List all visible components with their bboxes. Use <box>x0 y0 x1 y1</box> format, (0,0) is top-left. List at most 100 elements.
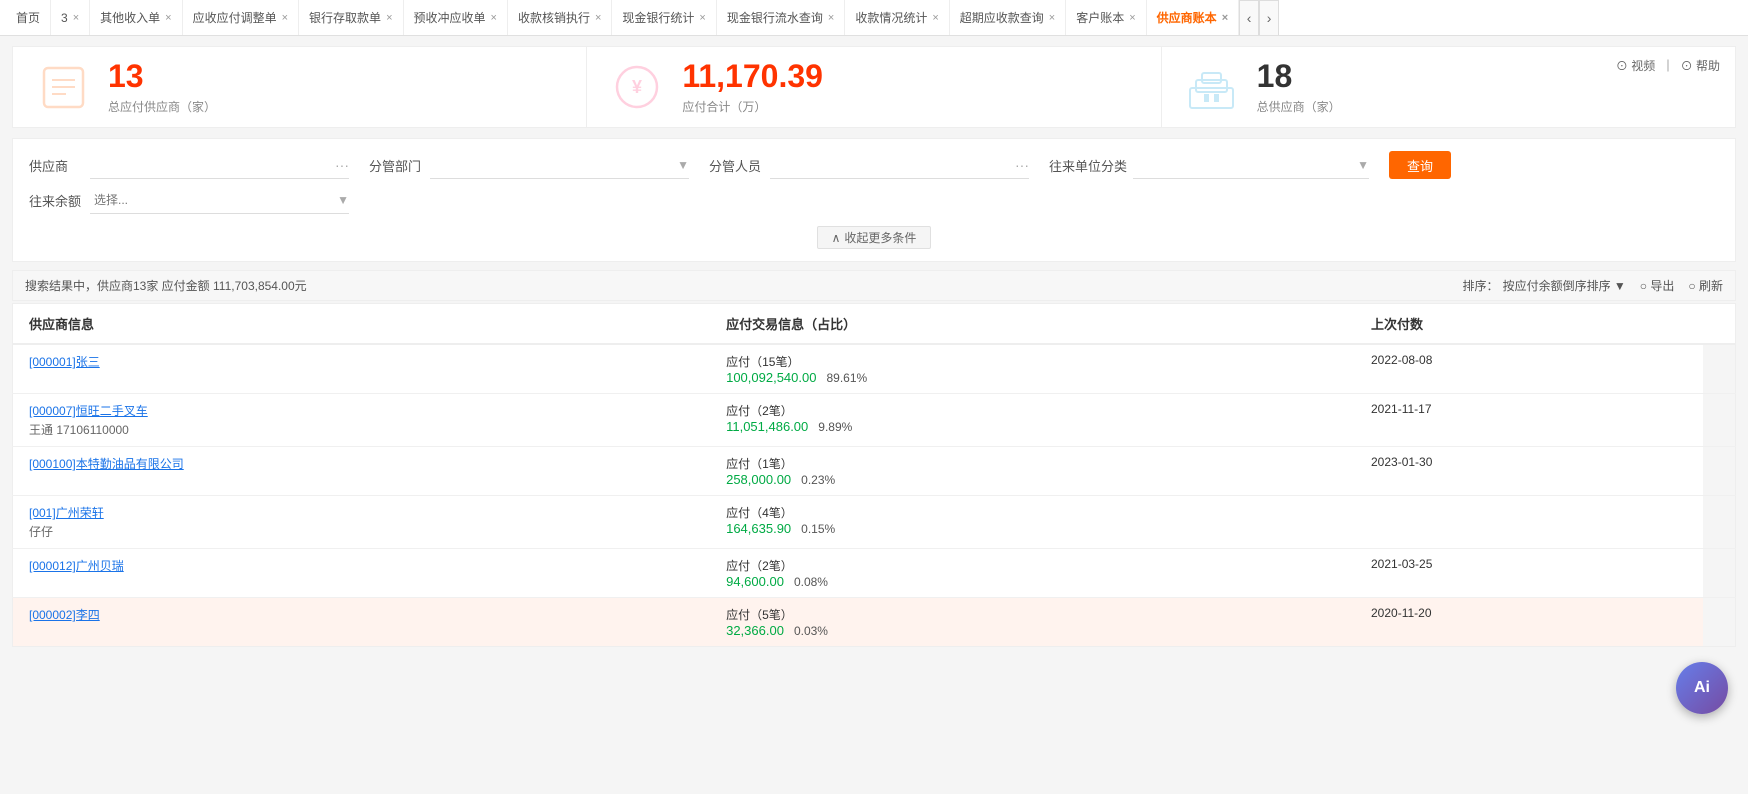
video-link[interactable]: ⊙ 视频 <box>1616 59 1655 73</box>
total-suppliers-number: 18 <box>1257 59 1341 94</box>
payable-cell: 应付（2笔）11,051,486.009.89% <box>710 394 1355 447</box>
supplier-link[interactable]: [001]广州荣轩 <box>29 506 104 520</box>
export-button[interactable]: ○ 导出 <box>1640 277 1675 294</box>
help-link[interactable]: ⊙ 帮助 <box>1681 59 1720 73</box>
filter-row-2: 往来余额 ▼ <box>29 187 1719 214</box>
percentage-value: 0.15% <box>801 522 835 536</box>
nav-tab-overdue-label: 超期应收款查询 <box>960 9 1044 26</box>
top-right-links: ⊙ 视频 ｜ ⊙ 帮助 <box>1616 57 1720 74</box>
last-pay-cell: 2023-01-30 <box>1355 447 1703 496</box>
sort-value[interactable]: 按应付余额倒序排序 ▼ <box>1503 277 1626 294</box>
nav-tab-payment-stat[interactable]: 收款情况统计 × <box>845 0 949 36</box>
payable-count-label: 应付（2笔） <box>726 557 1339 574</box>
close-icon[interactable]: × <box>282 12 288 24</box>
summary-card-payable-total: ¥ 11,170.39 应付合计（万） <box>587 47 1161 127</box>
ai-assistant-button[interactable]: Ai <box>1676 662 1728 714</box>
supplier-dots-icon[interactable]: ··· <box>335 157 349 173</box>
payable-count-label: 应付（2笔） <box>726 402 1339 419</box>
supplier-link[interactable]: [000001]张三 <box>29 355 100 369</box>
close-icon[interactable]: × <box>73 12 79 24</box>
supplier-link[interactable]: [000007]恒旺二手叉车 <box>29 404 148 418</box>
dept-input-wrap: ▼ <box>430 152 689 179</box>
close-icon[interactable]: × <box>1222 12 1228 24</box>
person-input-wrap: ··· <box>770 152 1029 179</box>
collapse-bar: ∧ 收起更多条件 <box>29 222 1719 251</box>
payable-count-label: 应付（1笔） <box>726 455 1339 472</box>
close-icon[interactable]: × <box>165 12 171 24</box>
table-row: [000012]广州贝瑞应付（2笔）94,600.000.08%2021-03-… <box>13 549 1736 598</box>
scroll-col <box>1703 344 1736 394</box>
collapse-button[interactable]: ∧ 收起更多条件 <box>817 226 932 249</box>
nav-tab-overdue[interactable]: 超期应收款查询 × <box>950 0 1066 36</box>
last-pay-cell: 2021-03-25 <box>1355 549 1703 598</box>
close-icon[interactable]: × <box>1049 12 1055 24</box>
last-pay-cell: 2021-11-17 <box>1355 394 1703 447</box>
summary-text-total-suppliers: 18 总供应商（家） <box>1257 59 1341 115</box>
supplier-input[interactable] <box>90 152 335 178</box>
supplier-link[interactable]: [000100]本特勤油品有限公司 <box>29 457 184 471</box>
category-chevron-icon[interactable]: ▼ <box>1357 158 1369 172</box>
dept-input[interactable] <box>430 152 677 178</box>
table-row: [001]广州荣轩仔仔应付（4笔）164,635.900.15% <box>13 496 1736 549</box>
nav-tab-collect-label: 收款核销执行 <box>518 9 590 26</box>
supplier-link[interactable]: [000012]广州贝瑞 <box>29 559 124 573</box>
close-icon[interactable]: × <box>699 12 705 24</box>
nav-tab-supplier-book-label: 供应商账本 <box>1157 9 1217 26</box>
nav-tab-3[interactable]: 3 × <box>51 0 90 36</box>
supplier-link[interactable]: [000002]李四 <box>29 608 100 622</box>
supplier-sub: 王通 17106110000 <box>29 421 694 438</box>
category-input[interactable] <box>1133 152 1357 178</box>
dept-chevron-icon[interactable]: ▼ <box>677 158 689 172</box>
balance-input[interactable] <box>90 187 337 213</box>
nav-tab-adjustment[interactable]: 应收应付调整单 × <box>183 0 299 36</box>
amount-value: 100,092,540.00 <box>726 370 816 385</box>
person-input[interactable] <box>770 152 1015 178</box>
summary-text-total: 11,170.39 应付合计（万） <box>682 59 823 115</box>
search-button[interactable]: 查询 <box>1389 151 1451 179</box>
nav-arrow-left[interactable]: ‹ <box>1239 0 1259 36</box>
supplier-cell: [000002]李四 <box>13 598 711 647</box>
close-icon[interactable]: × <box>595 12 601 24</box>
close-icon[interactable]: × <box>491 12 497 24</box>
nav-tab-supplier-book[interactable]: 供应商账本 × <box>1147 0 1239 36</box>
nav-tab-bank[interactable]: 银行存取款单 × <box>299 0 403 36</box>
balance-chevron-icon[interactable]: ▼ <box>337 193 349 207</box>
close-icon[interactable]: × <box>386 12 392 24</box>
percentage-value: 0.08% <box>794 575 828 589</box>
payable-total-number: 11,170.39 <box>682 59 823 94</box>
person-filter-label: 分管人员 <box>709 156 764 175</box>
scroll-col <box>1703 549 1736 598</box>
nav-arrow-right[interactable]: › <box>1259 0 1279 36</box>
category-input-wrap: ▼ <box>1133 152 1369 179</box>
nav-tab-cash-stat[interactable]: 现金银行统计 × <box>612 0 716 36</box>
supplier-filter-label: 供应商 <box>29 156 84 175</box>
nav-tab-customer-book[interactable]: 客户账本 × <box>1066 0 1146 36</box>
scroll-col <box>1703 598 1736 647</box>
percentage-value: 89.61% <box>826 371 867 385</box>
last-pay-cell <box>1355 496 1703 549</box>
filter-balance: 往来余额 ▼ <box>29 187 349 214</box>
nav-tab-customer-book-label: 客户账本 <box>1076 9 1124 26</box>
close-icon[interactable]: × <box>932 12 938 24</box>
person-dots-icon[interactable]: ··· <box>1015 157 1029 173</box>
export-label: 导出 <box>1650 279 1674 293</box>
nav-tab-home[interactable]: 首页 <box>6 0 51 36</box>
nav-tab-collect[interactable]: 收款核销执行 × <box>508 0 612 36</box>
filter-category: 往来单位分类 ▼ <box>1049 152 1369 179</box>
supplier-input-wrap: ··· <box>90 152 349 179</box>
close-icon[interactable]: × <box>1129 12 1135 24</box>
close-icon[interactable]: × <box>828 12 834 24</box>
payable-total-icon: ¥ <box>607 60 667 115</box>
nav-tab-cash-flow[interactable]: 现金银行流水查询 × <box>717 0 845 36</box>
percentage-value: 0.03% <box>794 624 828 638</box>
chevron-up-icon: ∧ <box>832 231 841 245</box>
balance-filter-label: 往来余额 <box>29 191 84 210</box>
table-row: [000007]恒旺二手叉车王通 17106110000 应付（2笔）11,051… <box>13 394 1736 447</box>
filter-row-1: 供应商 ··· 分管部门 ▼ 分管人员 ··· <box>29 151 1719 179</box>
refresh-button[interactable]: ○ 刷新 <box>1688 277 1723 294</box>
nav-tab-other-income[interactable]: 其他收入单 × <box>90 0 182 36</box>
nav-tab-prepay[interactable]: 预收冲应收单 × <box>404 0 508 36</box>
amount-value: 258,000.00 <box>726 472 791 487</box>
col-supplier-info: 供应商信息 <box>13 304 711 345</box>
nav-tab-bank-label: 银行存取款单 <box>309 9 381 26</box>
